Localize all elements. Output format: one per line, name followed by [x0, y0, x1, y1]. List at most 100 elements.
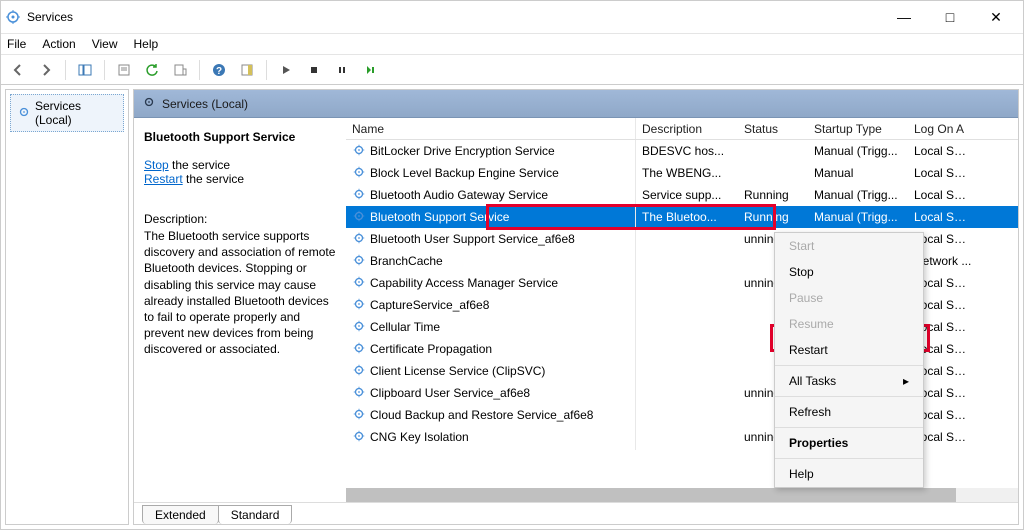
gear-icon — [352, 187, 366, 204]
titlebar: Services — □ ✕ — [1, 1, 1023, 33]
service-desc — [636, 367, 738, 375]
gear-icon — [352, 165, 366, 182]
detail-pane: Bluetooth Support Service Stop the servi… — [134, 118, 346, 502]
service-desc: Service supp... — [636, 184, 738, 206]
ctx-help[interactable]: Help — [775, 461, 923, 487]
menu-file[interactable]: File — [7, 37, 26, 51]
ctx-pause: Pause — [775, 285, 923, 311]
service-row[interactable]: Bluetooth Audio Gateway Service Service s… — [346, 184, 1018, 206]
menu-help[interactable]: Help — [134, 37, 159, 51]
ctx-resume: Resume — [775, 311, 923, 337]
help-button[interactable]: ? — [208, 59, 230, 81]
service-status — [738, 169, 808, 177]
pane-header: Services (Local) — [134, 90, 1018, 118]
service-name: BitLocker Drive Encryption Service — [370, 144, 555, 158]
service-name: Clipboard User Service_af6e8 — [370, 386, 530, 400]
chevron-right-icon: ▸ — [903, 374, 909, 388]
service-desc — [636, 323, 738, 331]
service-logon: Local Ser... — [908, 184, 978, 206]
show-hide-tree-button[interactable] — [74, 59, 96, 81]
service-startup: Manual (Trigg... — [808, 140, 908, 162]
start-service-button[interactable] — [275, 59, 297, 81]
close-button[interactable]: ✕ — [973, 1, 1019, 33]
column-headers: Name Description Status Startup Type Log… — [346, 118, 1018, 140]
service-name: BranchCache — [370, 254, 443, 268]
gear-icon — [352, 407, 366, 424]
col-logon[interactable]: Log On A — [908, 118, 978, 139]
scrollbar-thumb[interactable] — [346, 488, 956, 502]
service-name: CaptureService_af6e8 — [370, 298, 489, 312]
ctx-separator — [775, 458, 923, 459]
service-name: Certificate Propagation — [370, 342, 492, 356]
gear-icon — [352, 209, 366, 226]
services-icon — [5, 9, 21, 25]
ctx-separator — [775, 396, 923, 397]
col-name[interactable]: Name — [346, 118, 636, 139]
forward-button[interactable] — [35, 59, 57, 81]
ctx-restart[interactable]: Restart — [775, 337, 923, 363]
service-desc — [636, 257, 738, 265]
col-status[interactable]: Status — [738, 118, 808, 139]
service-status: Running — [738, 206, 808, 228]
restart-link[interactable]: Restart — [144, 172, 183, 186]
ctx-refresh[interactable]: Refresh — [775, 399, 923, 425]
ctx-stop[interactable]: Stop — [775, 259, 923, 285]
export-button[interactable] — [169, 59, 191, 81]
maximize-button[interactable]: □ — [927, 1, 973, 33]
gear-icon — [352, 319, 366, 336]
col-description[interactable]: Description — [636, 118, 738, 139]
svg-text:?: ? — [216, 66, 222, 77]
refresh-button[interactable] — [141, 59, 163, 81]
restart-service-button[interactable] — [359, 59, 381, 81]
gear-icon — [352, 429, 366, 446]
service-status — [738, 147, 808, 155]
service-row[interactable]: Block Level Backup Engine Service The WBE… — [346, 162, 1018, 184]
gear-icon — [352, 253, 366, 270]
properties-button[interactable] — [113, 59, 135, 81]
service-startup: Manual (Trigg... — [808, 206, 908, 228]
col-startup[interactable]: Startup Type — [808, 118, 908, 139]
service-name: Block Level Backup Engine Service — [370, 166, 559, 180]
service-desc — [636, 411, 738, 419]
menu-action[interactable]: Action — [42, 37, 75, 51]
context-menu: Start Stop Pause Resume Restart All Task… — [774, 232, 924, 488]
gear-icon — [352, 363, 366, 380]
service-logon: Local Sys... — [908, 162, 978, 184]
gear-icon — [352, 143, 366, 160]
tab-standard[interactable]: Standard — [218, 505, 293, 524]
stop-link[interactable]: Stop — [144, 158, 169, 172]
service-name: Bluetooth Audio Gateway Service — [370, 188, 548, 202]
action-pane-button[interactable] — [236, 59, 258, 81]
description-label: Description: — [144, 212, 336, 226]
service-desc — [636, 301, 738, 309]
main-pane: Services (Local) Bluetooth Support Servi… — [133, 89, 1019, 525]
pause-service-button[interactable] — [331, 59, 353, 81]
tree-root-label: Services (Local) — [35, 99, 117, 127]
gear-icon — [352, 275, 366, 292]
gear-icon — [352, 297, 366, 314]
service-name: Cloud Backup and Restore Service_af6e8 — [370, 408, 593, 422]
tab-extended[interactable]: Extended — [142, 505, 219, 524]
back-button[interactable] — [7, 59, 29, 81]
service-name: Bluetooth User Support Service_af6e8 — [370, 232, 575, 246]
ctx-properties[interactable]: Properties — [775, 430, 923, 456]
service-name: CNG Key Isolation — [370, 430, 469, 444]
menu-view[interactable]: View — [92, 37, 118, 51]
window-title: Services — [27, 10, 73, 24]
description-text: The Bluetooth service supports discovery… — [144, 228, 336, 358]
gear-icon — [352, 385, 366, 402]
service-desc: BDESVC hos... — [636, 140, 738, 162]
service-row[interactable]: Bluetooth Support ServiceThe Bluetoo...R… — [346, 206, 1018, 228]
ctx-alltasks[interactable]: All Tasks▸ — [775, 368, 923, 394]
horizontal-scrollbar[interactable] — [346, 488, 1018, 502]
tree-root[interactable]: Services (Local) — [10, 94, 124, 132]
stop-tail: the service — [169, 158, 230, 172]
minimize-button[interactable]: — — [881, 1, 927, 33]
service-desc: The WBENG... — [636, 162, 738, 184]
stop-service-button[interactable] — [303, 59, 325, 81]
service-row[interactable]: BitLocker Drive Encryption Service BDESVC… — [346, 140, 1018, 162]
tree-pane: Services (Local) — [5, 89, 129, 525]
service-startup: Manual (Trigg... — [808, 184, 908, 206]
ctx-start: Start — [775, 233, 923, 259]
service-status: Running — [738, 184, 808, 206]
